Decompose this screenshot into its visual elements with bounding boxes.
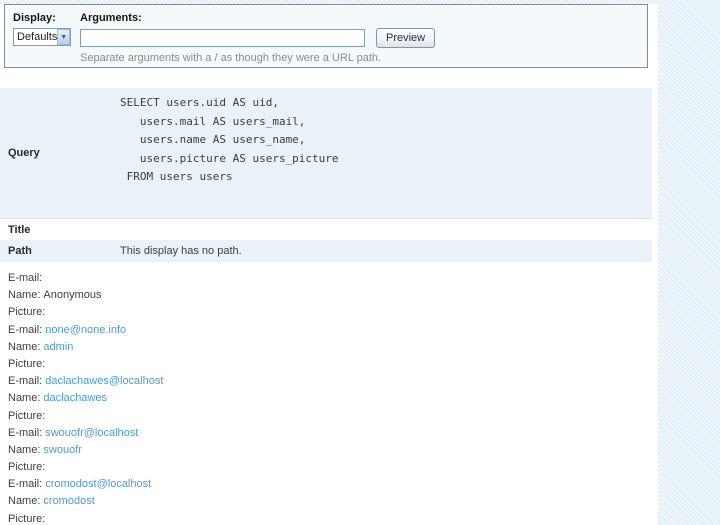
email-field-label: E-mail: — [8, 323, 43, 336]
picture-line: Picture: — [0, 408, 658, 425]
name-field-label: Name: — [8, 392, 41, 405]
email-line: E-mail: — [0, 270, 658, 287]
email-field-label: E-mail: — [8, 426, 43, 439]
preview-form: Display: Defaults ▼ Arguments: Preview S… — [4, 4, 648, 68]
user-row: E-mail: swouofr@localhost Name: swouofr Pi… — [0, 425, 658, 477]
picture-field-label: Picture: — [8, 357, 46, 370]
email-line: E-mail: none@none.info — [0, 322, 658, 339]
email-field-label: E-mail: — [8, 478, 43, 491]
name-field-label: Name: — [8, 340, 41, 353]
query-sql: SELECT users.uid AS uid, users.mail AS u… — [120, 96, 339, 184]
name-link[interactable]: daclachawes — [43, 392, 107, 404]
display-form-item: Display: Defaults ▼ — [13, 12, 80, 61]
query-row: Query SELECT users.uid AS uid, users.mai… — [0, 88, 652, 218]
title-row: Title — [0, 218, 652, 240]
preview-button[interactable]: Preview — [376, 28, 436, 48]
user-row: E-mail: none@none.info Name: admin Picture… — [0, 322, 658, 374]
preview-results: E-mail: Name: Anonymous Picture: E-mail: n… — [0, 270, 658, 525]
picture-line: Picture: — [0, 511, 658, 525]
display-select[interactable]: Defaults ▼ — [13, 28, 71, 46]
path-row-value: This display has no path. — [120, 245, 242, 257]
email-field-label: E-mail: — [8, 272, 43, 284]
name-field-label: Name: — [8, 495, 41, 508]
name-line: Name: cromodost — [0, 493, 658, 510]
view-info-table: Query SELECT users.uid AS uid, users.mai… — [0, 88, 652, 262]
picture-line: Picture: — [0, 304, 658, 321]
name-link[interactable]: swouofr — [43, 444, 82, 456]
display-select-value: Defaults — [17, 31, 58, 43]
name-line: Name: daclachawes — [0, 390, 658, 407]
user-row: E-mail: cromodost@localhost Name: cromodos… — [0, 476, 658, 525]
path-row: Path This display has no path. — [0, 240, 652, 262]
picture-field-label: Picture: — [8, 461, 46, 474]
name-line: Name: Anonymous — [0, 287, 658, 304]
picture-line: Picture: — [0, 459, 658, 476]
email-line: E-mail: cromodost@localhost — [0, 476, 658, 493]
picture-line: Picture: — [0, 356, 658, 373]
name-link[interactable]: admin — [43, 341, 73, 353]
name-link[interactable]: cromodost — [43, 495, 94, 507]
picture-field-label: Picture: — [8, 512, 46, 525]
user-row: E-mail: daclachawes@localhost Name: daclac… — [0, 373, 658, 425]
query-row-label: Query — [8, 147, 40, 159]
name-field-label: Name: — [8, 289, 41, 302]
arguments-label: Arguments: — [80, 12, 142, 24]
user-row: E-mail: Name: Anonymous Picture: — [0, 270, 658, 322]
name-line: Name: admin — [0, 339, 658, 356]
content-area: Display: Defaults ▼ Arguments: Preview S… — [0, 4, 658, 525]
email-line: E-mail: daclachawes@localhost — [0, 373, 658, 390]
arguments-form-item: Arguments: Preview Separate arguments wi… — [80, 12, 639, 64]
name-value: Anonymous — [43, 289, 102, 302]
email-field-label: E-mail: — [8, 375, 43, 388]
picture-field-label: Picture: — [8, 409, 46, 422]
email-link[interactable]: cromodost@localhost — [45, 478, 151, 490]
arguments-description: Separate arguments with a / as though th… — [80, 52, 382, 64]
name-line: Name: swouofr — [0, 442, 658, 459]
email-link[interactable]: daclachawes@localhost — [45, 375, 163, 387]
email-link[interactable]: swouofr@localhost — [45, 427, 138, 439]
chevron-down-icon: ▼ — [57, 29, 70, 45]
email-link[interactable]: none@none.info — [45, 324, 126, 336]
picture-field-label: Picture: — [8, 306, 46, 319]
title-row-label: Title — [8, 223, 31, 236]
arguments-input[interactable] — [80, 29, 365, 47]
display-label: Display: — [13, 12, 56, 24]
path-row-label: Path — [8, 245, 32, 257]
email-line: E-mail: swouofr@localhost — [0, 425, 658, 442]
name-field-label: Name: — [8, 443, 41, 456]
